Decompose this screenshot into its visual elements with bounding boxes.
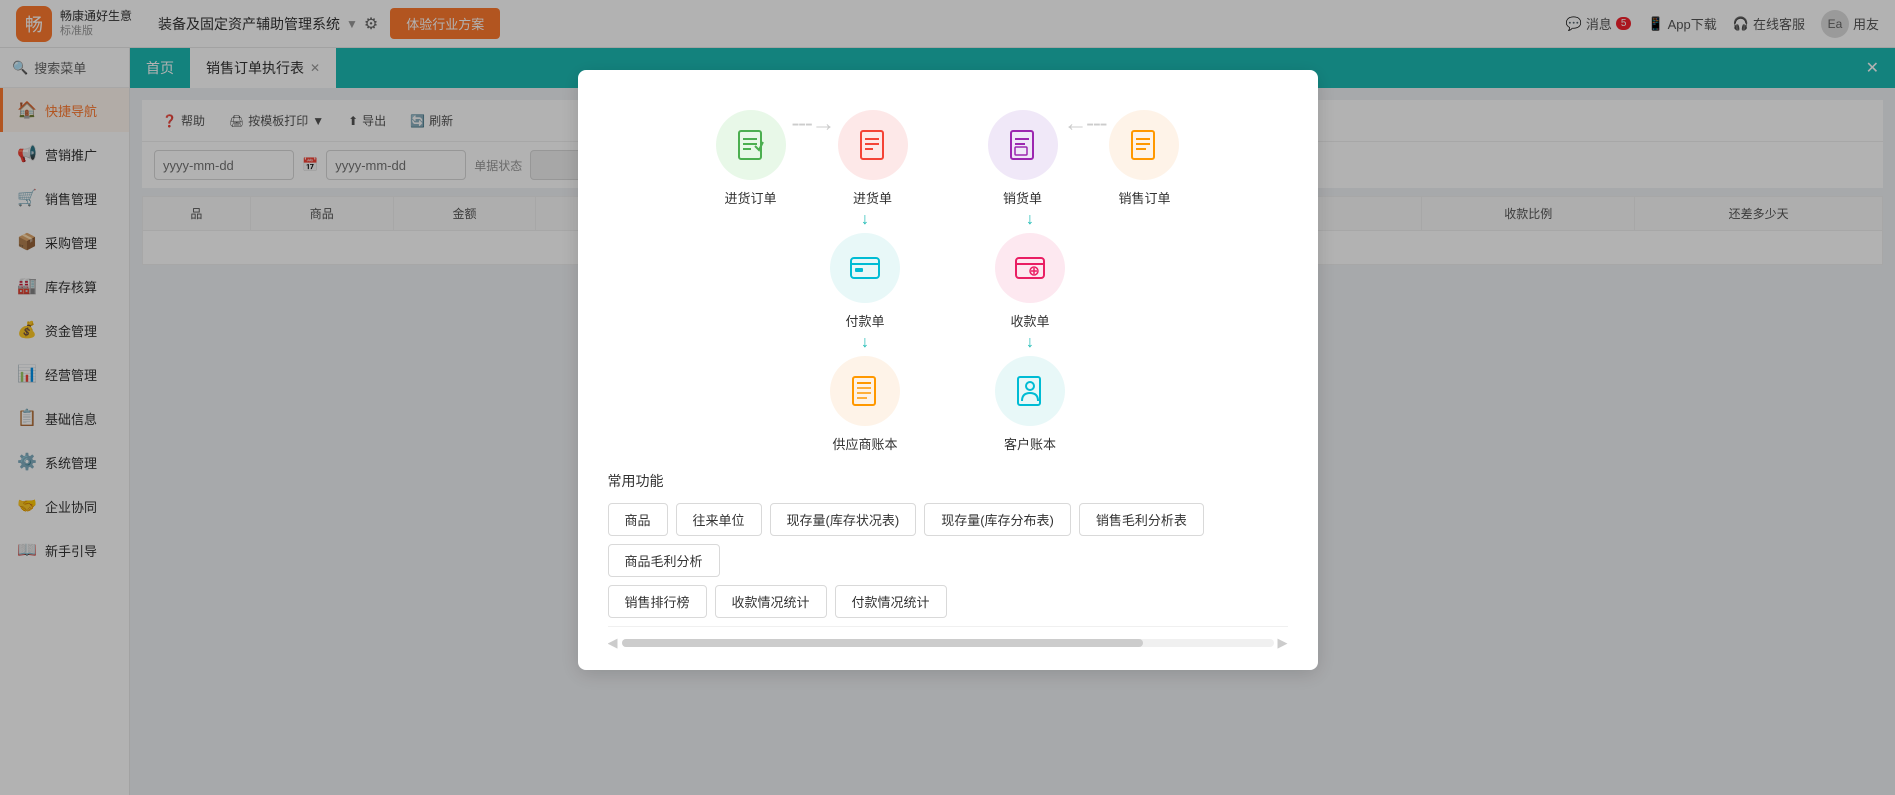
sales-order-label: 销售订单 [1118,188,1170,207]
scroll-thumb [622,639,1144,647]
flow-node-receipt-bill: 收款单 [995,233,1065,330]
purchase-order-label: 进货订单 [725,188,777,207]
common-functions-section: 常用功能 商品 往来单位 现存量(库存状况表) 现存量(库存分布表) 销售毛利分… [608,471,1288,618]
purchase-bill-label: 进货单 [853,188,892,207]
flow-diagram-area: 进货订单 - - - → 进货单 [608,100,1288,463]
flow-node-sales-order: 销售订单 [1109,110,1179,207]
flow-node-sales-bill: 销货单 [988,110,1058,207]
customer-account-icon [995,356,1065,426]
common-functions-title: 常用功能 [608,471,1288,491]
func-btns-row2: 销售排行榜 收款情况统计 付款情况统计 [608,585,1288,618]
supplier-account-label: 供应商账本 [832,434,897,453]
sales-bill-icon [988,110,1058,180]
scroll-track[interactable] [622,639,1274,647]
func-btn-receipt-stats[interactable]: 收款情况统计 [715,585,827,618]
modal-scrollbar-area: ◀ ▶ [608,626,1288,651]
scroll-left-btn[interactable]: ◀ [608,635,618,651]
func-btn-product-profit[interactable]: 商品毛利分析 [608,544,720,577]
receipt-bill-icon [995,233,1065,303]
func-btn-product[interactable]: 商品 [608,503,668,536]
purchase-bill-icon [838,110,908,180]
payment-bill-icon [830,233,900,303]
receipt-bill-label: 收款单 [1010,311,1049,330]
sales-order-icon [1109,110,1179,180]
func-btn-sales-profit[interactable]: 销售毛利分析表 [1079,503,1204,536]
flow-node-supplier-account: 供应商账本 [830,356,900,453]
func-btn-payment-stats[interactable]: 付款情况统计 [835,585,947,618]
modal-overlay[interactable]: 进货订单 - - - → 进货单 [0,0,1895,795]
flow-node-payment-bill: 付款单 [830,233,900,330]
func-btns-row1: 商品 往来单位 现存量(库存状况表) 现存量(库存分布表) 销售毛利分析表 商品… [608,503,1288,577]
func-btn-sales-rank[interactable]: 销售排行榜 [608,585,707,618]
flow-node-customer-account: 客户账本 [995,356,1065,453]
func-btn-stock-dist[interactable]: 现存量(库存分布表) [924,503,1071,536]
sales-bill-label: 销货单 [1003,188,1042,207]
func-btn-contacts[interactable]: 往来单位 [676,503,762,536]
flow-node-purchase-order: 进货订单 [716,110,786,207]
scroll-right-btn[interactable]: ▶ [1278,635,1288,651]
supplier-account-icon [830,356,900,426]
func-btn-stock-status[interactable]: 现存量(库存状况表) [770,503,917,536]
purchase-order-icon [716,110,786,180]
flow-modal: 进货订单 - - - → 进货单 [578,70,1318,670]
flow-node-purchase-bill: 进货单 [838,110,908,207]
payment-bill-label: 付款单 [845,311,884,330]
customer-account-label: 客户账本 [1004,434,1056,453]
